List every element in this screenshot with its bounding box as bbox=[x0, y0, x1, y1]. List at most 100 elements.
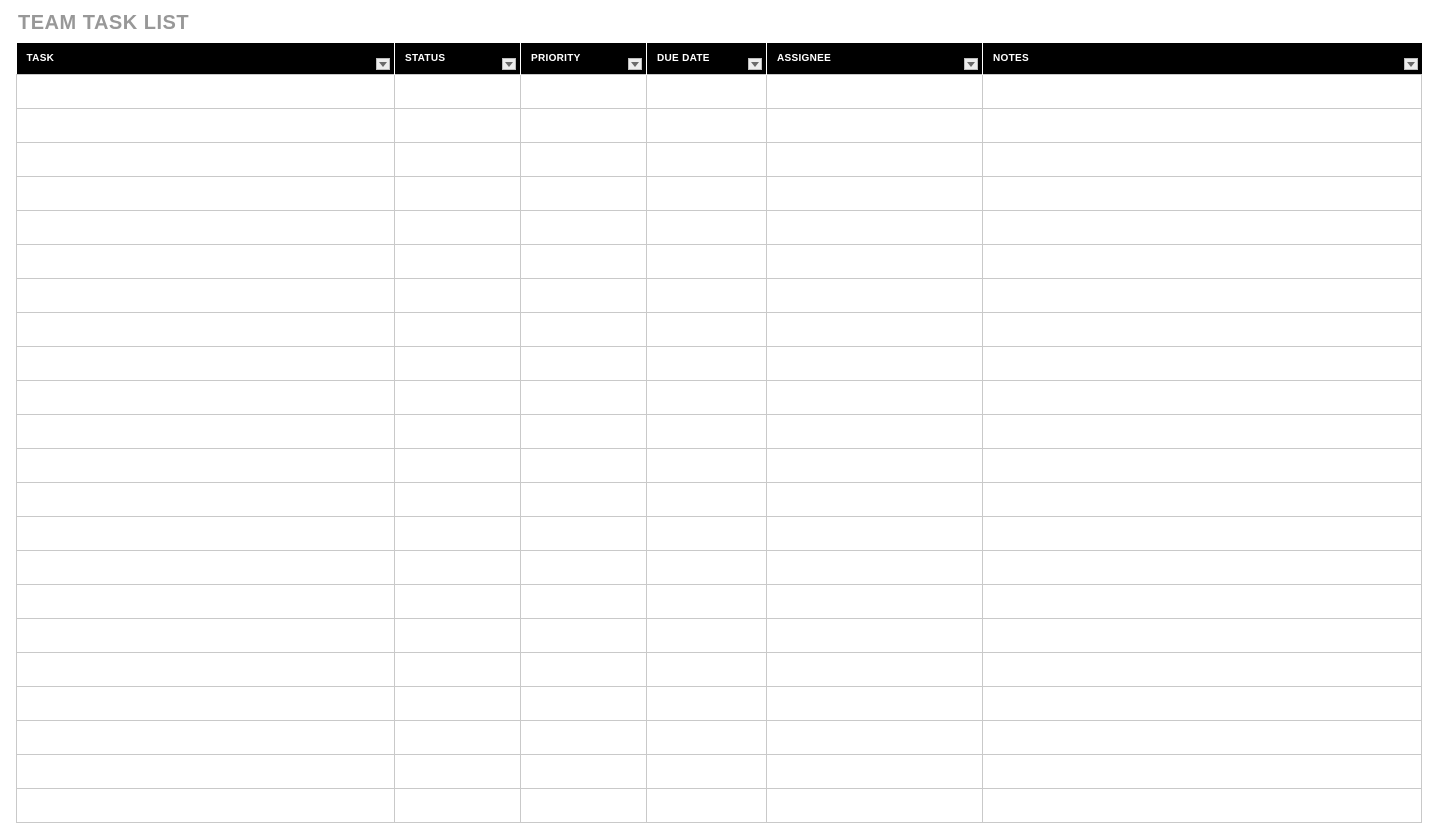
cell-task[interactable] bbox=[17, 517, 395, 551]
cell-priority[interactable] bbox=[521, 789, 647, 823]
cell-task[interactable] bbox=[17, 177, 395, 211]
cell-notes[interactable] bbox=[983, 177, 1422, 211]
cell-duedate[interactable] bbox=[647, 347, 767, 381]
cell-status[interactable] bbox=[395, 143, 521, 177]
cell-status[interactable] bbox=[395, 619, 521, 653]
cell-priority[interactable] bbox=[521, 109, 647, 143]
filter-button-notes[interactable] bbox=[1404, 58, 1418, 70]
cell-assignee[interactable] bbox=[767, 109, 983, 143]
cell-duedate[interactable] bbox=[647, 653, 767, 687]
cell-task[interactable] bbox=[17, 415, 395, 449]
cell-notes[interactable] bbox=[983, 279, 1422, 313]
cell-duedate[interactable] bbox=[647, 211, 767, 245]
cell-status[interactable] bbox=[395, 415, 521, 449]
cell-duedate[interactable] bbox=[647, 755, 767, 789]
cell-priority[interactable] bbox=[521, 381, 647, 415]
cell-status[interactable] bbox=[395, 75, 521, 109]
cell-priority[interactable] bbox=[521, 585, 647, 619]
cell-priority[interactable] bbox=[521, 619, 647, 653]
cell-task[interactable] bbox=[17, 653, 395, 687]
cell-notes[interactable] bbox=[983, 449, 1422, 483]
cell-notes[interactable] bbox=[983, 415, 1422, 449]
cell-task[interactable] bbox=[17, 721, 395, 755]
cell-task[interactable] bbox=[17, 143, 395, 177]
cell-assignee[interactable] bbox=[767, 177, 983, 211]
cell-priority[interactable] bbox=[521, 687, 647, 721]
cell-status[interactable] bbox=[395, 279, 521, 313]
filter-button-status[interactable] bbox=[502, 58, 516, 70]
cell-status[interactable] bbox=[395, 313, 521, 347]
cell-status[interactable] bbox=[395, 551, 521, 585]
cell-duedate[interactable] bbox=[647, 245, 767, 279]
cell-priority[interactable] bbox=[521, 279, 647, 313]
cell-assignee[interactable] bbox=[767, 789, 983, 823]
cell-duedate[interactable] bbox=[647, 177, 767, 211]
cell-duedate[interactable] bbox=[647, 75, 767, 109]
filter-button-priority[interactable] bbox=[628, 58, 642, 70]
cell-task[interactable] bbox=[17, 109, 395, 143]
cell-notes[interactable] bbox=[983, 585, 1422, 619]
cell-task[interactable] bbox=[17, 789, 395, 823]
cell-task[interactable] bbox=[17, 279, 395, 313]
cell-duedate[interactable] bbox=[647, 143, 767, 177]
cell-duedate[interactable] bbox=[647, 381, 767, 415]
cell-assignee[interactable] bbox=[767, 279, 983, 313]
cell-priority[interactable] bbox=[521, 75, 647, 109]
cell-priority[interactable] bbox=[521, 483, 647, 517]
cell-priority[interactable] bbox=[521, 551, 647, 585]
cell-status[interactable] bbox=[395, 381, 521, 415]
cell-task[interactable] bbox=[17, 245, 395, 279]
cell-priority[interactable] bbox=[521, 245, 647, 279]
cell-task[interactable] bbox=[17, 449, 395, 483]
cell-assignee[interactable] bbox=[767, 313, 983, 347]
cell-priority[interactable] bbox=[521, 721, 647, 755]
cell-status[interactable] bbox=[395, 721, 521, 755]
cell-priority[interactable] bbox=[521, 449, 647, 483]
cell-duedate[interactable] bbox=[647, 585, 767, 619]
cell-notes[interactable] bbox=[983, 143, 1422, 177]
cell-status[interactable] bbox=[395, 211, 521, 245]
cell-status[interactable] bbox=[395, 109, 521, 143]
cell-assignee[interactable] bbox=[767, 75, 983, 109]
cell-notes[interactable] bbox=[983, 755, 1422, 789]
cell-duedate[interactable] bbox=[647, 789, 767, 823]
cell-duedate[interactable] bbox=[647, 449, 767, 483]
cell-task[interactable] bbox=[17, 313, 395, 347]
cell-duedate[interactable] bbox=[647, 109, 767, 143]
filter-button-task[interactable] bbox=[376, 58, 390, 70]
cell-notes[interactable] bbox=[983, 75, 1422, 109]
cell-assignee[interactable] bbox=[767, 381, 983, 415]
cell-assignee[interactable] bbox=[767, 653, 983, 687]
cell-duedate[interactable] bbox=[647, 721, 767, 755]
cell-duedate[interactable] bbox=[647, 415, 767, 449]
cell-duedate[interactable] bbox=[647, 687, 767, 721]
cell-notes[interactable] bbox=[983, 687, 1422, 721]
cell-task[interactable] bbox=[17, 755, 395, 789]
cell-notes[interactable] bbox=[983, 653, 1422, 687]
cell-assignee[interactable] bbox=[767, 687, 983, 721]
cell-assignee[interactable] bbox=[767, 721, 983, 755]
cell-notes[interactable] bbox=[983, 619, 1422, 653]
cell-notes[interactable] bbox=[983, 109, 1422, 143]
cell-status[interactable] bbox=[395, 687, 521, 721]
filter-button-assignee[interactable] bbox=[964, 58, 978, 70]
cell-task[interactable] bbox=[17, 585, 395, 619]
cell-task[interactable] bbox=[17, 687, 395, 721]
cell-notes[interactable] bbox=[983, 721, 1422, 755]
cell-status[interactable] bbox=[395, 585, 521, 619]
cell-task[interactable] bbox=[17, 483, 395, 517]
cell-assignee[interactable] bbox=[767, 347, 983, 381]
cell-notes[interactable] bbox=[983, 517, 1422, 551]
cell-priority[interactable] bbox=[521, 143, 647, 177]
cell-status[interactable] bbox=[395, 245, 521, 279]
cell-assignee[interactable] bbox=[767, 551, 983, 585]
cell-status[interactable] bbox=[395, 789, 521, 823]
cell-notes[interactable] bbox=[983, 483, 1422, 517]
cell-status[interactable] bbox=[395, 517, 521, 551]
cell-assignee[interactable] bbox=[767, 483, 983, 517]
cell-notes[interactable] bbox=[983, 347, 1422, 381]
cell-assignee[interactable] bbox=[767, 619, 983, 653]
cell-notes[interactable] bbox=[983, 245, 1422, 279]
cell-priority[interactable] bbox=[521, 211, 647, 245]
cell-task[interactable] bbox=[17, 211, 395, 245]
